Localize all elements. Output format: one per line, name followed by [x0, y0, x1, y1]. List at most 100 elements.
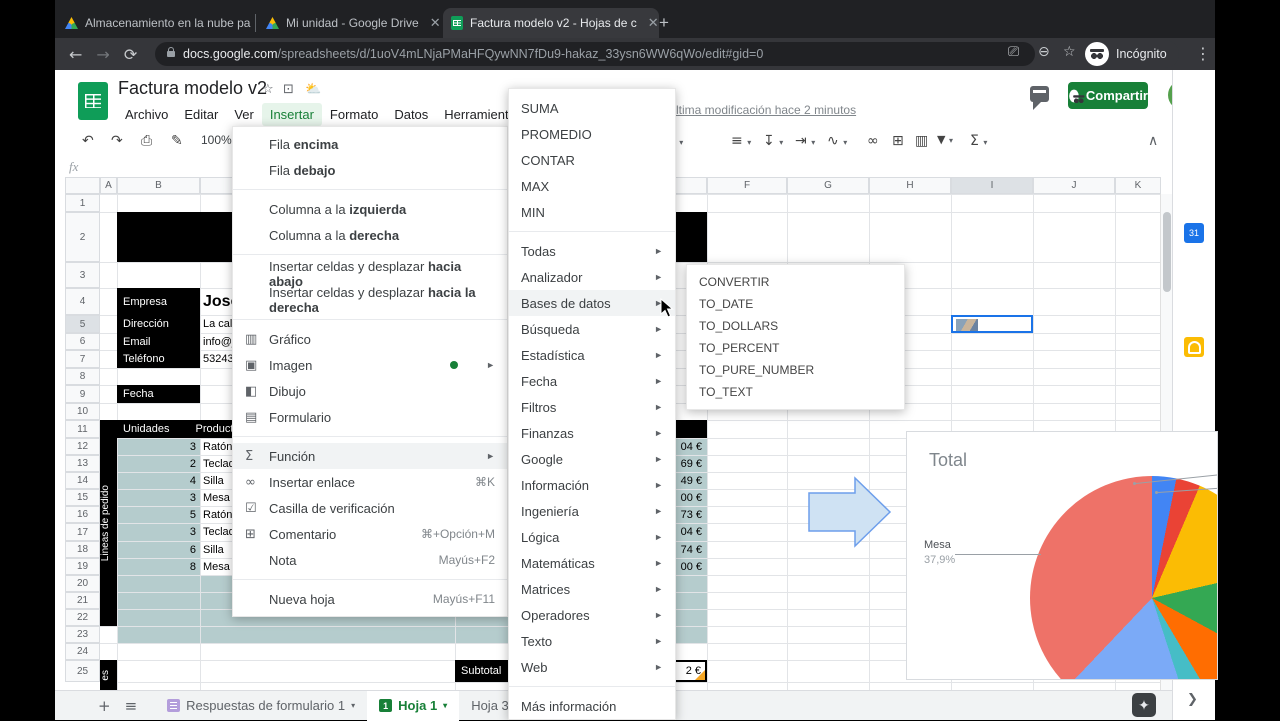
redo-icon[interactable]: ↷ — [111, 133, 123, 149]
text-rotate-icon[interactable]: ∿ ▾ — [827, 133, 847, 149]
insert-link-icon[interactable]: ∞ — [867, 133, 879, 149]
menu-item-columna-a-la-izquierda[interactable]: Columna a la izquierda — [233, 196, 507, 222]
menu-item-max[interactable]: MAX — [509, 173, 675, 199]
row-header-11[interactable]: 11 — [65, 420, 100, 438]
menu-item-b-squeda[interactable]: Búsqueda ► — [509, 316, 675, 342]
comments-icon[interactable] — [1030, 86, 1049, 110]
menu-item-operadores[interactable]: Operadores ► — [509, 602, 675, 628]
menu-item-insertar-celdas-y-desplazar-hacia-abajo[interactable]: Insertar celdas y desplazar hacia abajo — [233, 259, 507, 289]
grid-corner[interactable] — [65, 177, 100, 194]
menu-item-analizador[interactable]: Analizador ► — [509, 264, 675, 290]
sheet-tab-hoja1-active[interactable]: 1 Hoja 1 ▾ — [367, 690, 460, 721]
menu-item-to-percent[interactable]: TO_PERCENT — [687, 337, 904, 359]
menu-item-insertar-enlace[interactable]: ∞ Insertar enlace ⌘K — [233, 469, 507, 495]
url-input[interactable]: docs.google.com /spreadsheets/d/1uoV4mLN… — [155, 42, 1035, 66]
units-cell[interactable]: 6 — [117, 541, 196, 558]
menu-item-nueva-hoja[interactable]: Nueva hoja Mayús+F11 — [233, 586, 507, 612]
menu-item-imagen[interactable]: ▣ Imagen ► — [233, 352, 507, 378]
row-header-20[interactable]: 20 — [65, 575, 100, 592]
column-header-K[interactable]: K — [1115, 177, 1161, 194]
menu-item-bases-de-datos[interactable]: Bases de datos ► — [509, 290, 675, 316]
menu-item-fecha[interactable]: Fecha ► — [509, 368, 675, 394]
menu-item-dibujo[interactable]: ◧ Dibujo — [233, 378, 507, 404]
row-header-2[interactable]: 2 — [65, 212, 100, 262]
menubar-item-ver[interactable]: Ver — [226, 103, 262, 126]
paint-format-icon[interactable]: ✎ — [171, 133, 183, 149]
menu-item-ingenier-a[interactable]: Ingeniería ► — [509, 498, 675, 524]
row-header-15[interactable]: 15 — [65, 489, 100, 506]
bookmark-star-icon[interactable]: ☆ — [1063, 44, 1076, 60]
column-header-J[interactable]: J — [1033, 177, 1115, 194]
keep-icon[interactable] — [1184, 337, 1204, 357]
collapse-toolbar-icon[interactable]: ∧ — [1148, 133, 1158, 149]
menu-item-to-date[interactable]: TO_DATE — [687, 293, 904, 315]
info-label-cell[interactable]: Dirección — [117, 315, 200, 333]
sheets-logo-icon[interactable] — [78, 82, 108, 120]
menu-item-convertir[interactable]: CONVERTIR — [687, 271, 904, 293]
row-header-14[interactable]: 14 — [65, 472, 100, 489]
vertical-align-icon[interactable]: ↧ ▾ — [763, 133, 783, 149]
block-arrow-shape[interactable] — [808, 476, 892, 548]
browser-tab-1[interactable]: Almacenamiento en la nube pa ✕ — [57, 8, 263, 38]
menu-item-google[interactable]: Google ► — [509, 446, 675, 472]
units-cell[interactable]: 3 — [117, 523, 196, 541]
menu-item-min[interactable]: MIN — [509, 199, 675, 225]
menu-item-to-dollars[interactable]: TO_DOLLARS — [687, 315, 904, 337]
star-icon[interactable]: ☆ — [262, 82, 274, 97]
last-modified-link[interactable]: ltima modificación hace 2 minutos — [676, 103, 856, 117]
functions-icon[interactable]: Σ ▾ — [970, 133, 987, 149]
row-header-24[interactable]: 24 — [65, 643, 100, 660]
reload-icon[interactable]: ⟳ — [124, 45, 137, 64]
menu-item-casilla-de-verificaci-n[interactable]: ☑ Casilla de verificación — [233, 495, 507, 521]
text-wrap-icon[interactable]: ⇥ ▾ — [795, 133, 815, 149]
sheet-tab-respuestas[interactable]: Respuestas de formulario 1 ▾ — [155, 691, 367, 721]
menu-item-comentario[interactable]: ⊞ Comentario ⌘+Opción+M — [233, 521, 507, 547]
row-header-13[interactable]: 13 — [65, 455, 100, 472]
menu-item-promedio[interactable]: PROMEDIO — [509, 121, 675, 147]
menu-item-gr-fico[interactable]: ▥ Gráfico — [233, 326, 507, 352]
menubar-item-editar[interactable]: Editar — [176, 103, 226, 126]
insert-chart-icon[interactable]: ▥ — [915, 133, 928, 149]
menu-item-funci-n[interactable]: Σ Función ► — [233, 443, 507, 469]
menu-item-m-s-informaci-n[interactable]: Más información — [509, 693, 675, 719]
chevron-down-icon[interactable]: ▾ — [443, 701, 447, 710]
chevron-down-icon[interactable]: ▾ — [351, 701, 355, 710]
forward-icon[interactable]: → — [96, 45, 109, 64]
row-header-18[interactable]: 18 — [65, 541, 100, 558]
row-header-21[interactable]: 21 — [65, 592, 100, 609]
menu-item-matrices[interactable]: Matrices ► — [509, 576, 675, 602]
menu-item-insertar-celdas-y-desplazar-hacia-la-derecha[interactable]: Insertar celdas y desplazar hacia la der… — [233, 285, 507, 315]
menu-item-estad-stica[interactable]: Estadística ► — [509, 342, 675, 368]
column-header-I[interactable]: I — [951, 177, 1033, 194]
camera-icon[interactable]: ⎚ — [1008, 44, 1019, 60]
row-header-10[interactable]: 10 — [65, 403, 100, 420]
menu-item-fila-encima[interactable]: Fila encima — [233, 131, 507, 157]
row-header-5[interactable]: 5 — [65, 315, 100, 333]
row-header-22[interactable]: 22 — [65, 609, 100, 626]
menu-item-nota[interactable]: Nota Mayús+F2 — [233, 547, 507, 573]
add-sheet-icon[interactable]: + — [98, 697, 111, 715]
move-folder-icon[interactable]: ⊡ — [283, 82, 294, 97]
calendar-icon[interactable]: 31 — [1184, 223, 1204, 243]
side-panel-collapse-icon[interactable]: ❯ — [1187, 692, 1198, 707]
info-label-cell[interactable]: Teléfono — [117, 350, 200, 368]
menubar-item-archivo[interactable]: Archivo — [117, 103, 176, 126]
menu-item-fila-debajo[interactable]: Fila debajo — [233, 157, 507, 183]
insert-comment-icon[interactable]: ⊞ — [892, 133, 904, 149]
fecha-label-cell[interactable]: Fecha — [117, 385, 200, 403]
undo-icon[interactable]: ↶ — [82, 133, 94, 149]
menu-item-formulario[interactable]: ▤ Formulario — [233, 404, 507, 430]
filter-icon[interactable]: ▼ ▾ — [937, 133, 953, 146]
row-header-17[interactable]: 17 — [65, 523, 100, 541]
horizontal-align-icon[interactable]: ≡ ▾ — [731, 133, 751, 149]
menu-item-suma[interactable]: SUMA — [509, 95, 675, 121]
browser-tab-2[interactable]: Mi unidad - Google Drive ✕ — [258, 8, 456, 38]
menu-item-web[interactable]: Web ► — [509, 654, 675, 680]
menu-item-todas[interactable]: Todas ► — [509, 238, 675, 264]
browser-tab-3-active[interactable]: Factura modelo v2 - Hojas de c ✕ — [443, 8, 659, 38]
new-tab-button[interactable]: + — [651, 8, 687, 38]
units-cell[interactable]: 4 — [117, 472, 196, 489]
menu-item-to-pure-number[interactable]: TO_PURE_NUMBER — [687, 359, 904, 381]
row-header-4[interactable]: 4 — [65, 288, 100, 315]
menu-item-contar[interactable]: CONTAR — [509, 147, 675, 173]
